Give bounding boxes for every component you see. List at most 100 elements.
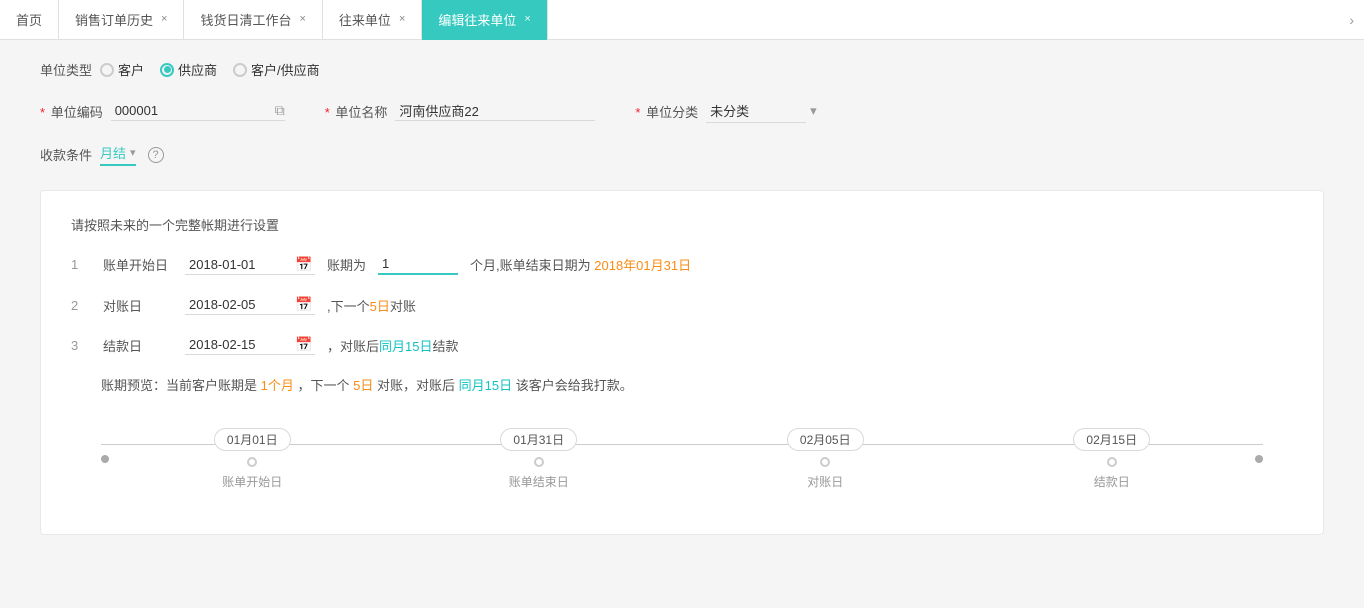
period-desc-2: ,下一个5日对账	[327, 296, 416, 315]
period-num-3: 3	[71, 338, 91, 353]
unit-category-label: * 单位分类	[635, 102, 698, 121]
period-card: 请按照未来的一个完整帐期进行设置 1 账单开始日 📅 账期为 个月,账单结束日期…	[40, 190, 1324, 535]
period-field-label-3: 结款日	[103, 336, 173, 355]
unit-name-input[interactable]	[395, 101, 595, 121]
period-row-1: 1 账单开始日 📅 账期为 个月,账单结束日期为 2018年01月31日	[71, 254, 1293, 275]
close-icon[interactable]: ×	[299, 14, 305, 25]
tab-edit-partner[interactable]: 编辑往来单位 ×	[422, 0, 547, 40]
radio-circle-both	[233, 63, 247, 77]
unit-name-label: * 单位名称	[325, 102, 388, 121]
preview-text: 账期预览：当前客户账期是 1个月 ，下一个 5日 对账，对账后 同月15日 该客…	[71, 375, 1293, 394]
unit-type-row: 单位类型 客户 供应商 客户/供应商	[40, 60, 1324, 79]
radio-label-customer: 客户	[118, 60, 144, 79]
timeline-label-1: 01月01日	[214, 428, 291, 451]
required-star-2: *	[325, 105, 330, 120]
timeline-node-3: 02月05日 对账日	[787, 428, 864, 490]
preview-prefix: 账期预览：当前客户账期是	[101, 378, 257, 393]
period-field-label-1: 账单开始日	[103, 255, 173, 274]
timeline-desc-4: 结款日	[1094, 473, 1130, 490]
tab-home-label: 首页	[16, 10, 42, 29]
tab-sales-history[interactable]: 销售订单历史 ×	[59, 0, 184, 40]
unit-type-field: 单位类型 客户 供应商 客户/供应商	[40, 60, 320, 79]
chevron-down-icon[interactable]: ▾	[810, 103, 817, 119]
copy-icon[interactable]: ⧉	[275, 102, 285, 119]
timeline-desc-3: 对账日	[807, 473, 843, 490]
close-icon[interactable]: ×	[399, 14, 405, 25]
period-prefix-3: ，对账后	[327, 339, 379, 354]
period-highlight-3: 同月15日	[379, 339, 432, 354]
timeline-node-4: 02月15日 结款日	[1073, 428, 1150, 490]
date-input-start: 📅	[185, 255, 315, 275]
timeline-label-4: 02月15日	[1073, 428, 1150, 451]
close-icon[interactable]: ×	[161, 14, 167, 25]
timeline-desc-2: 账单结束日	[509, 473, 569, 490]
month-input[interactable]	[378, 254, 458, 273]
end-dot	[1255, 455, 1263, 463]
date-start-input[interactable]	[185, 255, 295, 274]
unit-code-field: * 单位编码 ⧉	[40, 101, 285, 121]
preview-highlight-3: 同月15日	[459, 378, 512, 393]
date-input-payment: 📅	[185, 335, 315, 355]
timeline-dot-1	[247, 457, 257, 467]
preview-mid2: 对账，对账后	[377, 378, 455, 393]
payment-condition-row: 收款条件 月结 ▾ ?	[40, 143, 1324, 166]
preview-highlight-2: 5日	[353, 378, 373, 393]
tab-arrow[interactable]: ›	[1339, 12, 1364, 28]
unit-category-field: * 单位分类 未分类 ▾	[635, 99, 816, 123]
help-icon[interactable]: ?	[148, 147, 164, 163]
period-num-2: 2	[71, 298, 91, 313]
unit-type-radio-group: 客户 供应商 客户/供应商	[100, 60, 320, 79]
tab-edit-label: 编辑往来单位	[438, 10, 516, 29]
calendar-icon-2[interactable]: 📅	[295, 296, 312, 313]
timeline-dot-2	[534, 457, 544, 467]
calendar-icon-3[interactable]: 📅	[295, 336, 312, 353]
chevron-down-icon-payment[interactable]: ▾	[130, 146, 136, 159]
unit-category-select[interactable]: 未分类 ▾	[706, 99, 817, 123]
tab-bar: 首页 销售订单历史 × 钱货日清工作台 × 往来单位 × 编辑往来单位 × ›	[0, 0, 1364, 40]
period-field-label-2: 对账日	[103, 296, 173, 315]
period-highlight-1: 2018年01月31日	[594, 258, 691, 273]
period-suffix-1: 个月,账单结束日期为 2018年01月31日	[470, 255, 691, 274]
payment-condition-select[interactable]: 月结 ▾	[100, 143, 136, 166]
timeline-label-2: 01月31日	[500, 428, 577, 451]
radio-circle-customer	[100, 63, 114, 77]
month-input-wrap	[378, 254, 458, 275]
period-for-text: 账期为	[327, 255, 366, 274]
preview-highlight-1: 1个月	[261, 378, 294, 393]
tab-partner-unit[interactable]: 往来单位 ×	[323, 0, 422, 40]
timeline-node-2: 01月31日 账单结束日	[500, 428, 577, 490]
timeline-label-3: 02月05日	[787, 428, 864, 451]
tab-partner-label: 往来单位	[339, 10, 391, 29]
timeline-node-1: 01月01日 账单开始日	[214, 428, 291, 490]
timeline-wrap: 01月01日 账单开始日 01月31日 账单结束日 02月05日 对账日	[71, 418, 1293, 510]
unit-category-label-text: 单位分类	[646, 105, 698, 120]
unit-code-input[interactable]	[111, 101, 271, 120]
close-icon[interactable]: ×	[524, 14, 530, 25]
date-reconcile-input[interactable]	[185, 295, 295, 314]
period-suffix-2: 对账	[390, 299, 416, 314]
unit-category-value: 未分类	[706, 99, 806, 123]
period-num-1: 1	[71, 257, 91, 272]
timeline-start-dot	[101, 455, 109, 463]
preview-suffix: 该客户会给我打款。	[516, 378, 633, 393]
tab-home[interactable]: 首页	[0, 0, 59, 40]
required-star-3: *	[635, 105, 640, 120]
date-input-reconcile: 📅	[185, 295, 315, 315]
unit-code-label-text: 单位编码	[51, 105, 103, 120]
period-suffix-3: 结款	[432, 339, 458, 354]
preview-mid1: ，下一个	[298, 378, 350, 393]
radio-supplier[interactable]: 供应商	[160, 60, 217, 79]
calendar-icon-1[interactable]: 📅	[295, 256, 312, 273]
timeline-dot-4	[1107, 457, 1117, 467]
period-row-2: 2 对账日 📅 ,下一个5日对账	[71, 295, 1293, 315]
radio-circle-supplier	[160, 63, 174, 77]
date-payment-input[interactable]	[185, 335, 295, 354]
timeline-desc-1: 账单开始日	[222, 473, 282, 490]
radio-label-both: 客户/供应商	[251, 60, 320, 79]
tab-cash-work[interactable]: 钱货日清工作台 ×	[184, 0, 322, 40]
period-row-3: 3 结款日 📅 ，对账后同月15日结款	[71, 335, 1293, 355]
radio-customer[interactable]: 客户	[100, 60, 144, 79]
radio-both[interactable]: 客户/供应商	[233, 60, 320, 79]
unit-name-label-text: 单位名称	[335, 105, 387, 120]
unit-name-field: * 单位名称	[325, 101, 596, 121]
